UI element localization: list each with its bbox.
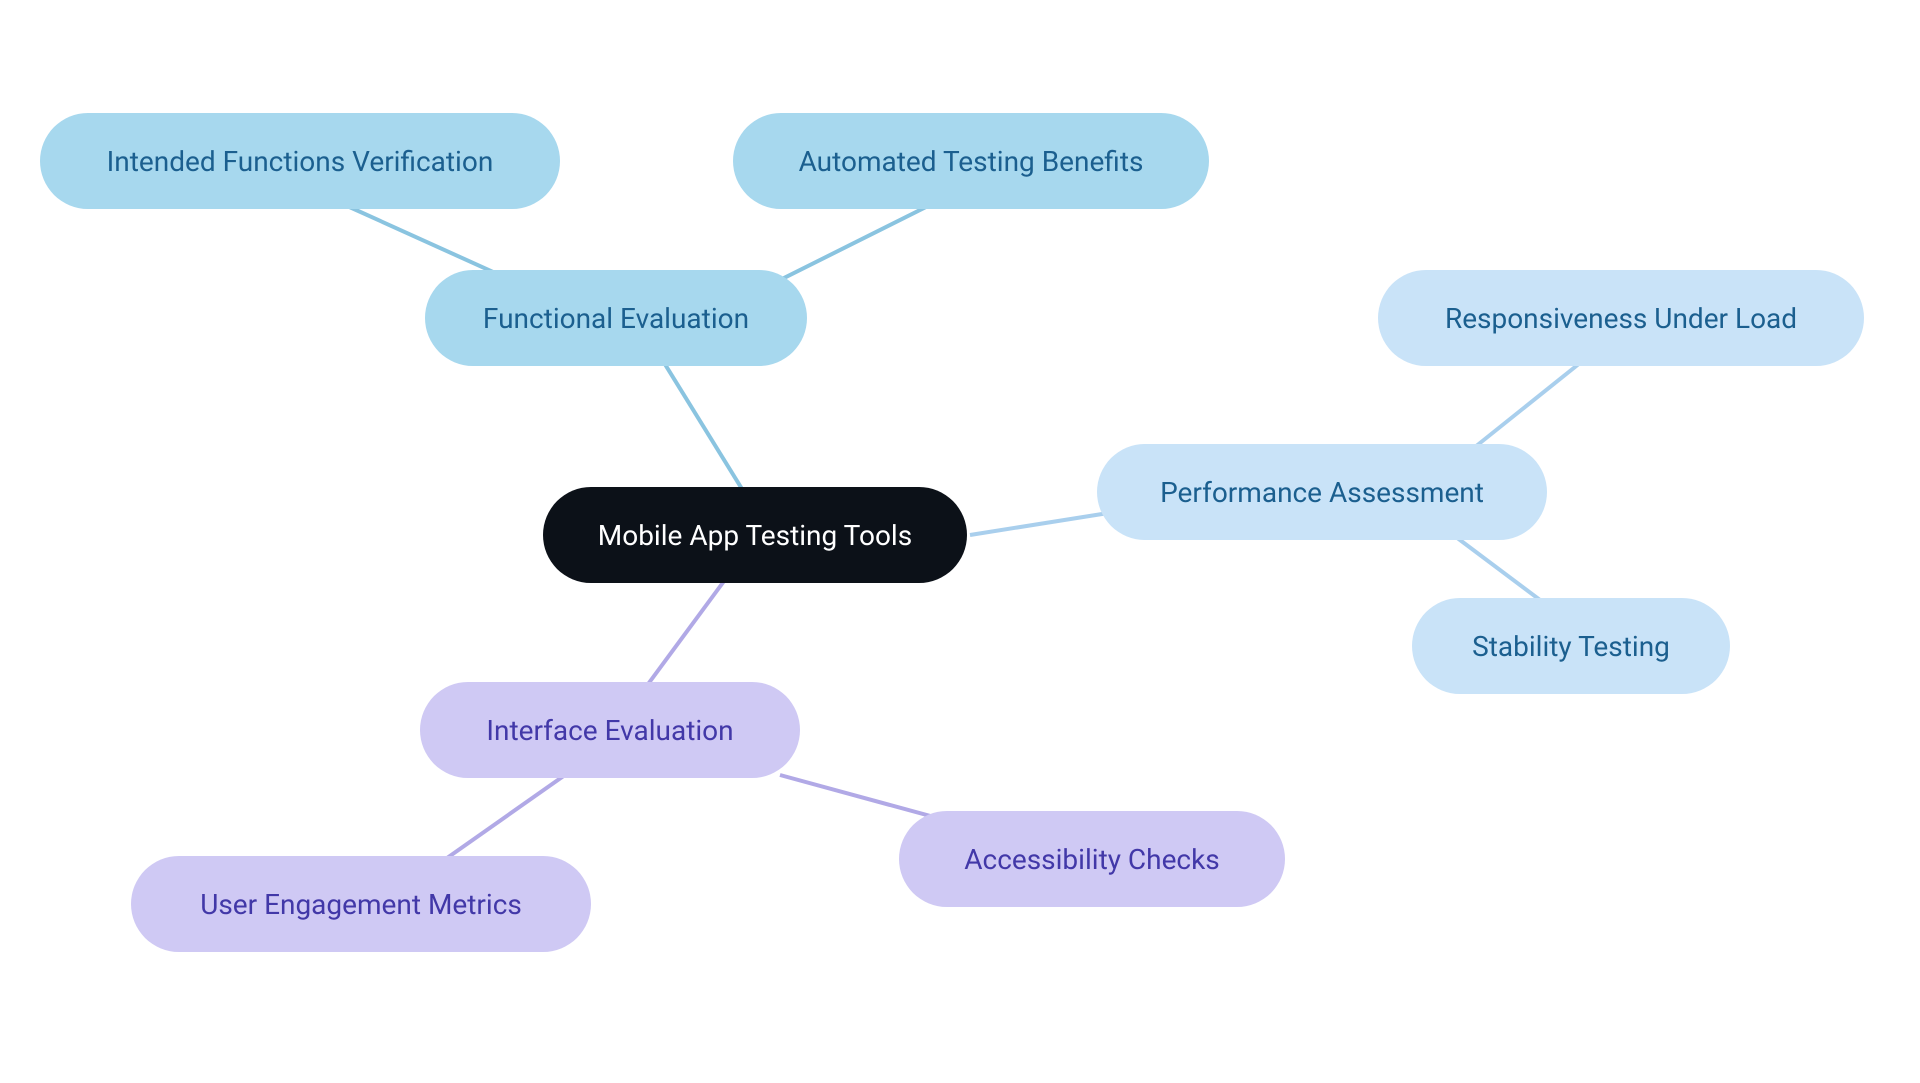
node-center[interactable]: Mobile App Testing Tools xyxy=(543,487,967,583)
node-intended-label: Intended Functions Verification xyxy=(107,145,494,178)
node-stability-label: Stability Testing xyxy=(1472,630,1670,663)
node-responsiveness-label: Responsiveness Under Load xyxy=(1445,302,1797,335)
node-automated-label: Automated Testing Benefits xyxy=(799,145,1144,178)
node-interface[interactable]: Interface Evaluation xyxy=(420,682,800,778)
node-stability[interactable]: Stability Testing xyxy=(1412,598,1730,694)
node-interface-label: Interface Evaluation xyxy=(486,714,733,747)
edge-center-interface xyxy=(640,573,730,695)
node-performance[interactable]: Performance Assessment xyxy=(1097,444,1547,540)
node-performance-label: Performance Assessment xyxy=(1160,476,1484,509)
node-accessibility[interactable]: Accessibility Checks xyxy=(899,811,1285,907)
node-functional-label: Functional Evaluation xyxy=(483,302,749,335)
node-engagement[interactable]: User Engagement Metrics xyxy=(131,856,591,952)
node-functional[interactable]: Functional Evaluation xyxy=(425,270,807,366)
node-accessibility-label: Accessibility Checks xyxy=(964,843,1219,876)
mind-map-canvas: Mobile App Testing Tools Functional Eval… xyxy=(0,0,1920,1083)
node-automated[interactable]: Automated Testing Benefits xyxy=(733,113,1209,209)
node-intended[interactable]: Intended Functions Verification xyxy=(40,113,560,209)
node-responsiveness[interactable]: Responsiveness Under Load xyxy=(1378,270,1864,366)
node-center-label: Mobile App Testing Tools xyxy=(598,519,912,552)
node-engagement-label: User Engagement Metrics xyxy=(200,888,522,921)
